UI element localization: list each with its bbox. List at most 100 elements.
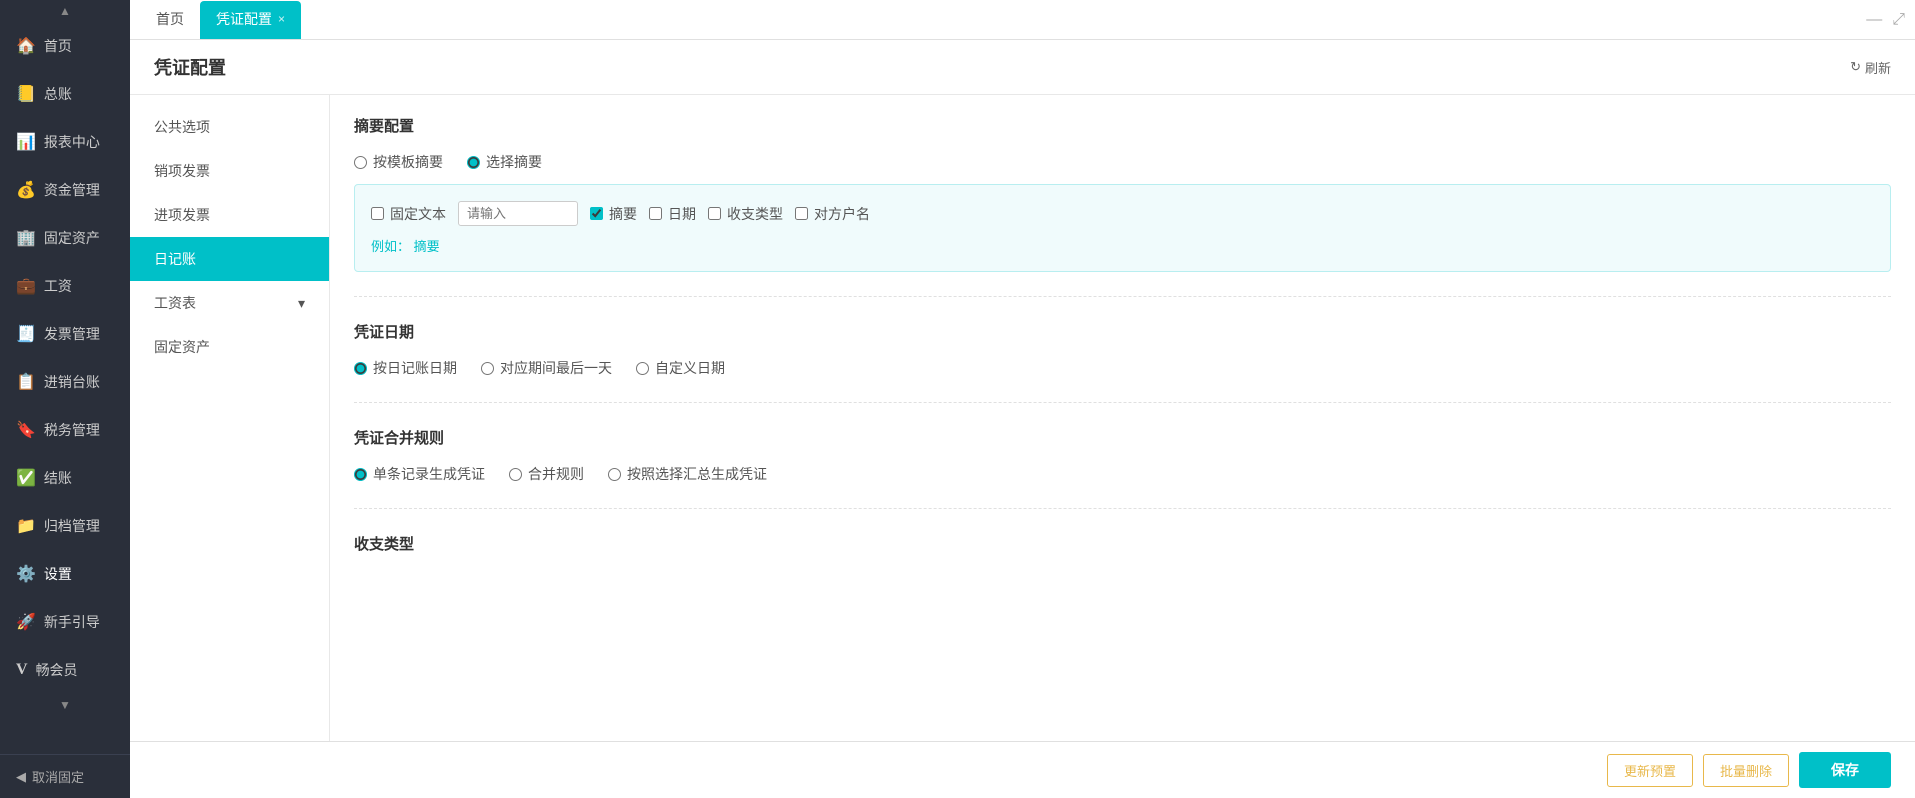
page-title: 凭证配置: [154, 54, 226, 80]
sidebar-item-tax[interactable]: 🔖 税务管理: [0, 406, 130, 454]
right-content: 摘要配置 按模板摘要 选择摘要: [330, 95, 1915, 741]
sidebar-item-purchase-sale[interactable]: 📋 进销台账: [0, 358, 130, 406]
tab-bar: 首页 凭证配置 × — ⤢: [130, 0, 1915, 40]
minimize-icon[interactable]: —: [1866, 11, 1882, 29]
radio-template-summary-input[interactable]: [354, 156, 367, 169]
collection-type-title: 收支类型: [354, 533, 1891, 554]
sidebar-item-salary[interactable]: 💼 工资: [0, 262, 130, 310]
voucher-date-title: 凭证日期: [354, 321, 1891, 342]
summary-config-section: 摘要配置 按模板摘要 选择摘要: [354, 115, 1891, 297]
summary-config-box: 固定文本 摘要 日期: [354, 184, 1891, 272]
checkbox-fixed-text[interactable]: 固定文本: [371, 204, 446, 224]
checkbox-date[interactable]: 日期: [649, 204, 696, 224]
checkbox-summary[interactable]: 摘要: [590, 204, 637, 224]
sidebar-item-invoice[interactable]: 🧾 发票管理: [0, 310, 130, 358]
tab-home[interactable]: 首页: [140, 1, 200, 39]
radio-merge-rule[interactable]: 合并规则: [509, 464, 584, 484]
left-nav-journal[interactable]: 日记账: [130, 237, 329, 281]
guide-icon: 🚀: [16, 612, 36, 632]
tab-close-icon[interactable]: ×: [278, 12, 285, 26]
checkbox-income-expense-input[interactable]: [708, 207, 721, 220]
radio-template-summary[interactable]: 按模板摘要: [354, 152, 443, 172]
left-nav-purchase-invoice[interactable]: 进项发票: [130, 193, 329, 237]
maximize-icon[interactable]: ⤢: [1892, 11, 1905, 29]
page-header: 凭证配置 ↻ 刷新: [130, 40, 1915, 95]
sidebar-item-assets[interactable]: 🏢 固定资产: [0, 214, 130, 262]
merge-rule-radio-group: 单条记录生成凭证 合并规则 按照选择汇总生成凭证: [354, 464, 1891, 484]
checkbox-counter-name-input[interactable]: [795, 207, 808, 220]
update-preview-button[interactable]: 更新预置: [1607, 754, 1693, 787]
radio-period-last-input[interactable]: [481, 362, 494, 375]
summary-radio-group: 按模板摘要 选择摘要: [354, 152, 1891, 172]
sidebar-scroll-up[interactable]: ▲: [0, 0, 130, 22]
sidebar-item-ledger[interactable]: 📒 总账: [0, 70, 130, 118]
vip-icon: V: [16, 661, 28, 679]
save-button[interactable]: 保存: [1799, 752, 1891, 788]
purchase-sale-icon: 📋: [16, 372, 36, 392]
tax-icon: 🔖: [16, 420, 36, 440]
left-nav-fixed-assets[interactable]: 固定资产: [130, 325, 329, 369]
sidebar-item-fund[interactable]: 💰 资金管理: [0, 166, 130, 214]
voucher-date-section: 凭证日期 按日记账日期 对应期间最后一天 自定义日期: [354, 321, 1891, 403]
checkbox-date-input[interactable]: [649, 207, 662, 220]
body-layout: 公共选项 销项发票 进项发票 日记账 工资表 ▾ 固定资产: [130, 95, 1915, 741]
cancel-pin-button[interactable]: ◀ 取消固定: [0, 754, 130, 798]
radio-single-record-input[interactable]: [354, 468, 367, 481]
sidebar-item-report[interactable]: 📊 报表中心: [0, 118, 130, 166]
archive-icon: 📁: [16, 516, 36, 536]
voucher-date-radio-group: 按日记账日期 对应期间最后一天 自定义日期: [354, 358, 1891, 378]
sidebar-item-archive[interactable]: 📁 归档管理: [0, 502, 130, 550]
fund-icon: 💰: [16, 180, 36, 200]
sidebar: ▲ 🏠 首页 📒 总账 📊 报表中心 💰 资金管理 🏢 固定资产 💼 工资 🧾 …: [0, 0, 130, 798]
sidebar-scroll-down[interactable]: ▼: [0, 694, 130, 716]
sidebar-item-settings[interactable]: ⚙️ 设置: [0, 550, 130, 598]
checkbox-income-expense[interactable]: 收支类型: [708, 204, 783, 224]
radio-select-summary[interactable]: 选择摘要: [467, 152, 542, 172]
assets-icon: 🏢: [16, 228, 36, 248]
summary-config-title: 摘要配置: [354, 115, 1891, 136]
merge-rule-section: 凭证合并规则 单条记录生成凭证 合并规则 按照选择汇总生成凭证: [354, 427, 1891, 509]
radio-select-summary-input[interactable]: [467, 156, 480, 169]
merge-rule-title: 凭证合并规则: [354, 427, 1891, 448]
fixed-text-input[interactable]: [458, 201, 578, 226]
settlement-icon: ✅: [16, 468, 36, 488]
pin-icon: ◀: [16, 769, 26, 785]
collection-type-section: 收支类型: [354, 533, 1891, 594]
sidebar-item-settlement[interactable]: ✅ 结账: [0, 454, 130, 502]
content-area: 凭证配置 ↻ 刷新 公共选项 销项发票 进项发票 日记账: [130, 40, 1915, 798]
checkbox-summary-input[interactable]: [590, 207, 603, 220]
window-controls: — ⤢: [1866, 11, 1905, 29]
radio-single-record[interactable]: 单条记录生成凭证: [354, 464, 485, 484]
left-nav-public[interactable]: 公共选项: [130, 105, 329, 149]
checkbox-fixed-text-input[interactable]: [371, 207, 384, 220]
radio-period-last[interactable]: 对应期间最后一天: [481, 358, 612, 378]
main-area: 首页 凭证配置 × — ⤢ 凭证配置 ↻ 刷新 公共选项: [130, 0, 1915, 798]
left-nav-payroll[interactable]: 工资表 ▾: [130, 281, 329, 325]
batch-delete-button[interactable]: 批量删除: [1703, 754, 1789, 787]
sidebar-item-home[interactable]: 🏠 首页: [0, 22, 130, 70]
refresh-button[interactable]: ↻ 刷新: [1850, 58, 1891, 77]
tab-voucher-config[interactable]: 凭证配置 ×: [200, 1, 301, 39]
refresh-icon: ↻: [1850, 59, 1861, 75]
report-icon: 📊: [16, 132, 36, 152]
home-icon: 🏠: [16, 36, 36, 56]
radio-journal-date[interactable]: 按日记账日期: [354, 358, 457, 378]
left-nav: 公共选项 销项发票 进项发票 日记账 工资表 ▾ 固定资产: [130, 95, 330, 741]
radio-merge-rule-input[interactable]: [509, 468, 522, 481]
radio-by-select-input[interactable]: [608, 468, 621, 481]
settings-icon: ⚙️: [16, 564, 36, 584]
radio-custom-date[interactable]: 自定义日期: [636, 358, 725, 378]
radio-journal-date-input[interactable]: [354, 362, 367, 375]
radio-custom-date-input[interactable]: [636, 362, 649, 375]
left-nav-sales-invoice[interactable]: 销项发票: [130, 149, 329, 193]
sidebar-item-guide[interactable]: 🚀 新手引导: [0, 598, 130, 646]
sidebar-item-vip[interactable]: V 畅会员: [0, 646, 130, 694]
ledger-icon: 📒: [16, 84, 36, 104]
checkbox-counter-name[interactable]: 对方户名: [795, 204, 870, 224]
salary-icon: 💼: [16, 276, 36, 296]
example-text: 例如： 摘要: [371, 236, 1874, 255]
radio-by-select[interactable]: 按照选择汇总生成凭证: [608, 464, 767, 484]
payroll-expand-icon: ▾: [298, 295, 305, 312]
bottom-bar: 更新预置 批量删除 保存: [130, 741, 1915, 798]
invoice-icon: 🧾: [16, 324, 36, 344]
